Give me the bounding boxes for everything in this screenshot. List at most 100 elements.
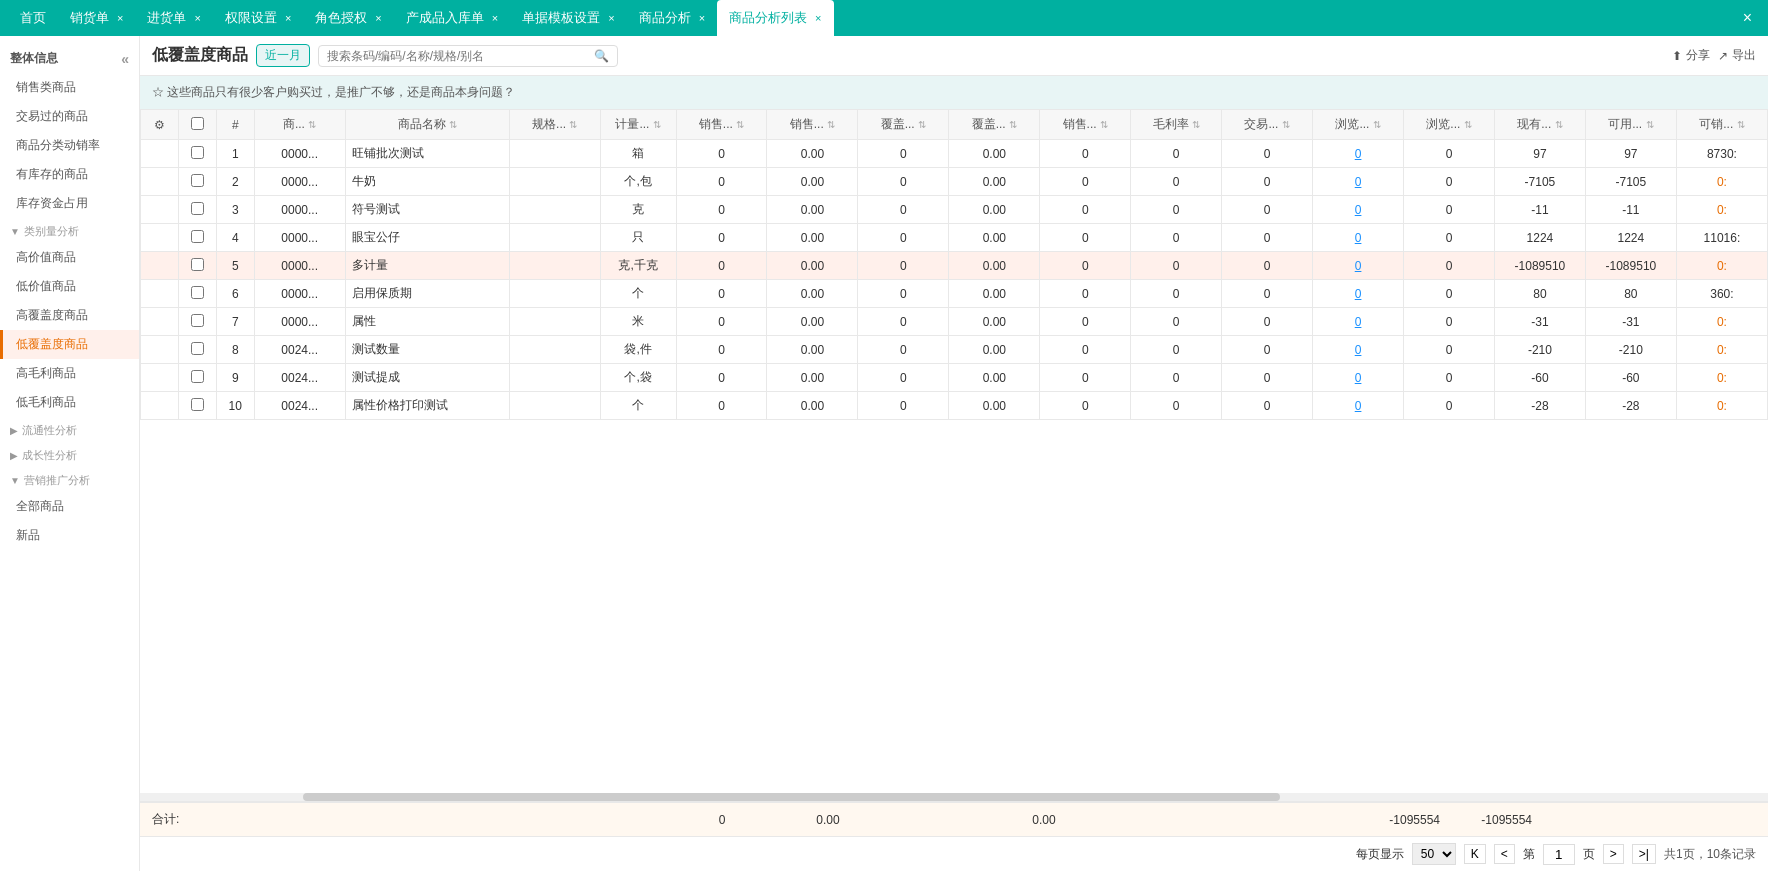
nav-home[interactable]: 首页: [8, 0, 58, 36]
row-checkbox-cell[interactable]: [178, 196, 216, 224]
sidebar-item-all-goods[interactable]: 全部商品: [0, 492, 139, 521]
select-all-checkbox[interactable]: [191, 117, 204, 130]
row-browse1[interactable]: 0: [1313, 308, 1404, 336]
first-page-button[interactable]: K: [1464, 844, 1486, 864]
row-checkbox-cell[interactable]: [178, 140, 216, 168]
col-name[interactable]: 商品名称 ⇅: [345, 110, 509, 140]
col-sellable[interactable]: 可销... ⇅: [1676, 110, 1767, 140]
row-checkbox[interactable]: [191, 286, 204, 299]
page-number-input[interactable]: [1543, 844, 1575, 865]
col-current[interactable]: 现有... ⇅: [1494, 110, 1585, 140]
row-browse1[interactable]: 0: [1313, 252, 1404, 280]
row-checkbox-cell[interactable]: [178, 252, 216, 280]
nav-close-icon[interactable]: ×: [285, 0, 291, 36]
col-browse2[interactable]: 浏览... ⇅: [1404, 110, 1495, 140]
sidebar-item-low-coverage[interactable]: 低覆盖度商品: [0, 330, 139, 359]
sidebar-item-sales-goods[interactable]: 销售类商品: [0, 73, 139, 102]
window-close-button[interactable]: ×: [1735, 9, 1760, 27]
col-settings[interactable]: ⚙: [141, 110, 179, 140]
nav-close-icon-active[interactable]: ×: [815, 0, 821, 36]
last-page-button[interactable]: >|: [1632, 844, 1656, 864]
col-sales-amt[interactable]: 销售... ⇅: [767, 110, 858, 140]
search-icon[interactable]: 🔍: [594, 49, 609, 63]
nav-close-icon[interactable]: ×: [194, 0, 200, 36]
sidebar-item-low-value[interactable]: 低价值商品: [0, 272, 139, 301]
settings-icon[interactable]: ⚙: [154, 118, 165, 132]
horizontal-scrollbar[interactable]: [140, 793, 1768, 801]
col-trade[interactable]: 交易... ⇅: [1222, 110, 1313, 140]
sidebar-item-traded-goods[interactable]: 交易过的商品: [0, 102, 139, 131]
row-checkbox[interactable]: [191, 398, 204, 411]
sidebar-group-liquidity[interactable]: ▶ 流通性分析: [0, 417, 139, 442]
next-page-button[interactable]: >: [1603, 844, 1624, 864]
row-checkbox[interactable]: [191, 370, 204, 383]
col-coverage1[interactable]: 覆盖... ⇅: [858, 110, 949, 140]
nav-close-icon[interactable]: ×: [608, 0, 614, 36]
nav-sales-order[interactable]: 销货单 ×: [58, 0, 135, 36]
col-code[interactable]: 商... ⇅: [254, 110, 345, 140]
col-spec[interactable]: 规格... ⇅: [509, 110, 600, 140]
row-sales-extra: 0: [1040, 168, 1131, 196]
nav-close-icon[interactable]: ×: [699, 0, 705, 36]
row-checkbox[interactable]: [191, 230, 204, 243]
search-input[interactable]: [327, 49, 594, 63]
row-browse1[interactable]: 0: [1313, 364, 1404, 392]
row-browse1[interactable]: 0: [1313, 224, 1404, 252]
row-browse1[interactable]: 0: [1313, 280, 1404, 308]
row-browse1[interactable]: 0: [1313, 392, 1404, 420]
sidebar-item-inventory-funds[interactable]: 库存资金占用: [0, 189, 139, 218]
sidebar-item-high-margin[interactable]: 高毛利商品: [0, 359, 139, 388]
nav-product-analysis[interactable]: 商品分析 ×: [627, 0, 717, 36]
row-checkbox-cell[interactable]: [178, 280, 216, 308]
col-available[interactable]: 可用... ⇅: [1585, 110, 1676, 140]
prev-page-button[interactable]: <: [1494, 844, 1515, 864]
share-button[interactable]: ⬆ 分享: [1672, 47, 1710, 64]
row-browse1[interactable]: 0: [1313, 196, 1404, 224]
row-checkbox-cell[interactable]: [178, 392, 216, 420]
row-checkbox-cell[interactable]: [178, 364, 216, 392]
row-browse1[interactable]: 0: [1313, 336, 1404, 364]
row-checkbox[interactable]: [191, 174, 204, 187]
col-coverage2[interactable]: 覆盖... ⇅: [949, 110, 1040, 140]
per-page-select[interactable]: 50: [1412, 843, 1456, 865]
nav-close-icon[interactable]: ×: [375, 0, 381, 36]
row-checkbox[interactable]: [191, 258, 204, 271]
sidebar-item-low-margin[interactable]: 低毛利商品: [0, 388, 139, 417]
row-checkbox[interactable]: [191, 146, 204, 159]
nav-finished-goods[interactable]: 产成品入库单 ×: [394, 0, 510, 36]
sidebar-item-category-rate[interactable]: 商品分类动销率: [0, 131, 139, 160]
row-checkbox[interactable]: [191, 342, 204, 355]
nav-product-analysis-list[interactable]: 商品分析列表 ×: [717, 0, 833, 36]
nav-permissions[interactable]: 权限设置 ×: [213, 0, 303, 36]
col-browse1[interactable]: 浏览... ⇅: [1313, 110, 1404, 140]
row-checkbox[interactable]: [191, 202, 204, 215]
nav-close-icon[interactable]: ×: [492, 0, 498, 36]
sidebar-item-new-goods[interactable]: 新品: [0, 521, 139, 550]
col-sales-extra[interactable]: 销售... ⇅: [1040, 110, 1131, 140]
nav-close-icon[interactable]: ×: [117, 0, 123, 36]
row-checkbox-cell[interactable]: [178, 308, 216, 336]
time-filter-button[interactable]: 近一月: [256, 44, 310, 67]
sidebar-item-high-value[interactable]: 高价值商品: [0, 243, 139, 272]
sidebar-collapse-icon[interactable]: «: [121, 51, 129, 67]
row-browse1[interactable]: 0: [1313, 140, 1404, 168]
sidebar-item-high-coverage[interactable]: 高覆盖度商品: [0, 301, 139, 330]
sidebar-item-in-stock[interactable]: 有库存的商品: [0, 160, 139, 189]
sidebar-group-category-analysis[interactable]: ▼ 类别量分析: [0, 218, 139, 243]
row-browse1[interactable]: 0: [1313, 168, 1404, 196]
row-checkbox-cell[interactable]: [178, 168, 216, 196]
row-checkbox-cell[interactable]: [178, 336, 216, 364]
nav-roles[interactable]: 角色授权 ×: [303, 0, 393, 36]
sidebar-group-growth[interactable]: ▶ 成长性分析: [0, 442, 139, 467]
col-gross-rate[interactable]: 毛利率 ⇅: [1131, 110, 1222, 140]
export-button[interactable]: ↗ 导出: [1718, 47, 1756, 64]
row-checkbox[interactable]: [191, 314, 204, 327]
col-sales-qty[interactable]: 销售... ⇅: [676, 110, 767, 140]
row-checkbox-cell[interactable]: [178, 224, 216, 252]
col-unit[interactable]: 计量... ⇅: [600, 110, 676, 140]
nav-template-settings[interactable]: 单据模板设置 ×: [510, 0, 626, 36]
nav-purchase[interactable]: 进货单 ×: [135, 0, 212, 36]
scrollbar-thumb[interactable]: [303, 793, 1280, 801]
col-checkbox[interactable]: [178, 110, 216, 140]
sidebar-group-marketing[interactable]: ▼ 营销推广分析: [0, 467, 139, 492]
